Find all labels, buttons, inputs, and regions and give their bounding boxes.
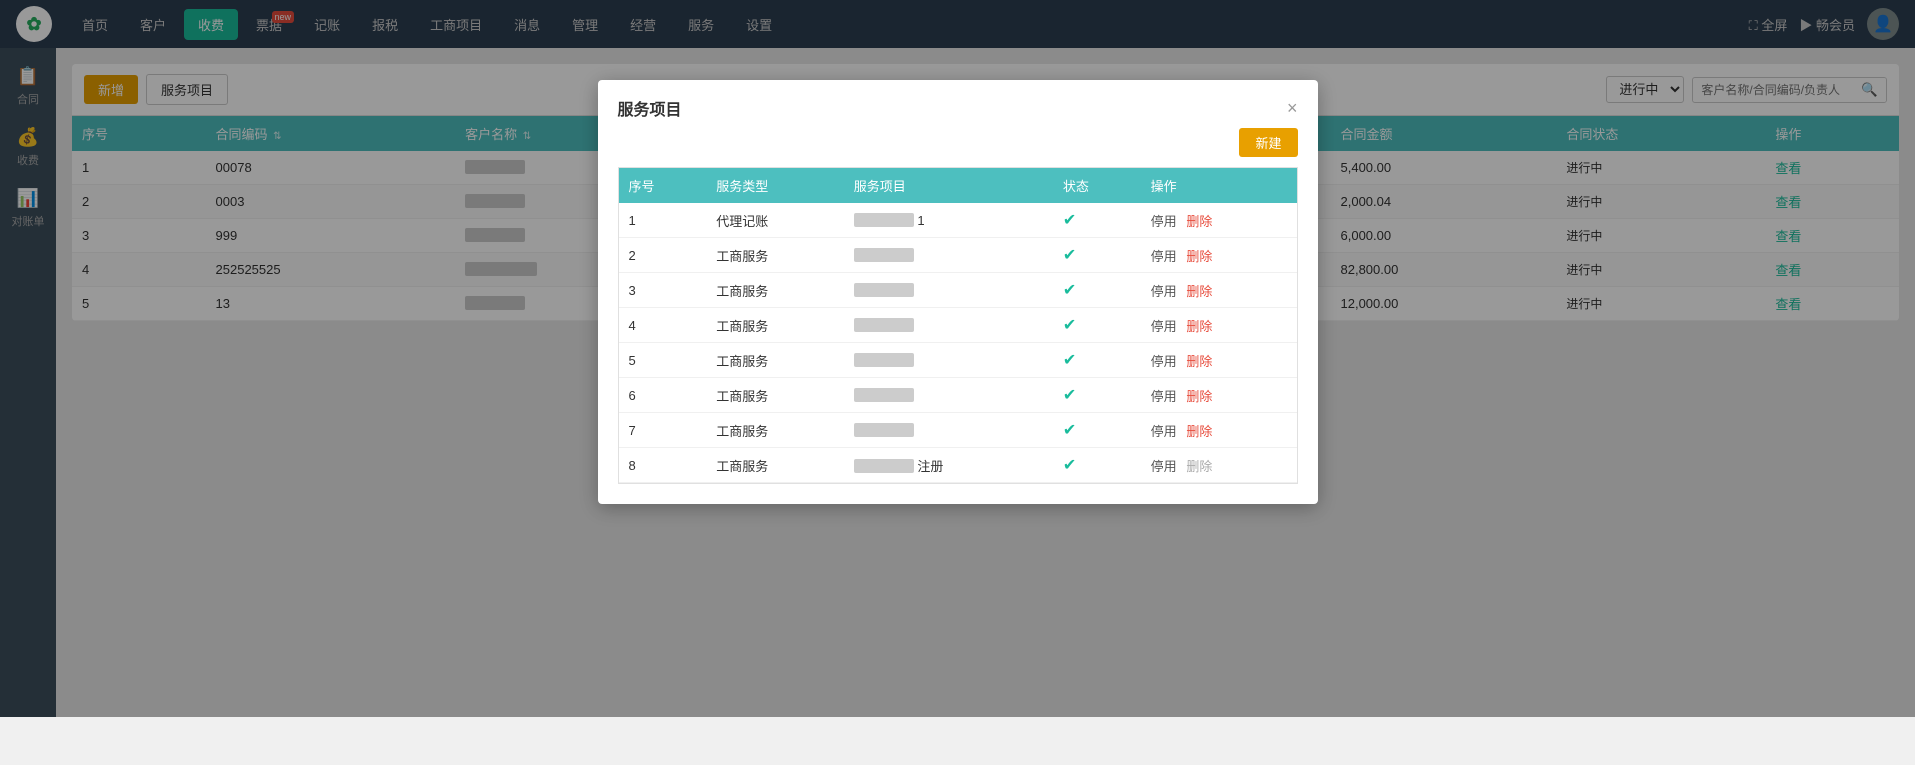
modal-cell-seq: 2	[619, 238, 707, 273]
modal-cell-type: 工商服务	[706, 448, 843, 483]
modal-cell-status: ✔	[1053, 413, 1141, 448]
modal-cell-status: ✔	[1053, 273, 1141, 308]
delete-button[interactable]: 删除	[1186, 354, 1212, 369]
modal-cell-seq: 8	[619, 448, 707, 483]
stop-button[interactable]: 停用	[1151, 424, 1177, 439]
delete-button[interactable]: 删除	[1186, 389, 1212, 404]
stop-button[interactable]: 停用	[1151, 214, 1177, 229]
modal-cell-seq: 5	[619, 343, 707, 378]
delete-button[interactable]: 删除	[1186, 424, 1212, 439]
modal-cell-type: 工商服务	[706, 308, 843, 343]
modal-cell-item	[844, 273, 1053, 308]
modal-cell-seq: 6	[619, 378, 707, 413]
modal-cell-status: ✔	[1053, 343, 1141, 378]
modal-close-button[interactable]: ×	[1287, 98, 1298, 119]
modal-body: 新建 序号 服务类型 服务项目 状态 操作	[598, 128, 1318, 504]
modal-cell-action: 停用 删除	[1141, 273, 1297, 308]
list-item: 4 工商服务 ✔ 停用 删除	[619, 308, 1297, 343]
modal-cell-action: 停用 删除	[1141, 413, 1297, 448]
modal-cell-action: 停用 删除	[1141, 378, 1297, 413]
modal-cell-item	[844, 343, 1053, 378]
modal-cell-seq: 3	[619, 273, 707, 308]
service-items-modal: 服务项目 × 新建 序号 服务类型 服务项目 状态 操作	[598, 80, 1318, 504]
modal-cell-item	[844, 308, 1053, 343]
stop-button[interactable]: 停用	[1151, 284, 1177, 299]
modal-cell-type: 工商服务	[706, 413, 843, 448]
list-item: 1 代理记账 1 ✔ 停用 删除	[619, 203, 1297, 238]
delete-button[interactable]: 删除	[1186, 459, 1212, 474]
modal-cell-status: ✔	[1053, 448, 1141, 483]
modal-cell-action: 停用 删除	[1141, 308, 1297, 343]
list-item: 6 工商服务 ✔ 停用 删除	[619, 378, 1297, 413]
stop-button[interactable]: 停用	[1151, 319, 1177, 334]
modal-col-item: 服务项目	[844, 168, 1053, 203]
modal-cell-type: 工商服务	[706, 343, 843, 378]
modal-col-type: 服务类型	[706, 168, 843, 203]
modal-table-wrap[interactable]: 序号 服务类型 服务项目 状态 操作 1 代理记账 1 ✔	[618, 167, 1298, 484]
modal-cell-action: 停用 删除	[1141, 238, 1297, 273]
stop-button[interactable]: 停用	[1151, 389, 1177, 404]
modal-cell-seq: 7	[619, 413, 707, 448]
modal-new-button[interactable]: 新建	[1239, 128, 1297, 157]
stop-button[interactable]: 停用	[1151, 249, 1177, 264]
list-item: 7 工商服务 ✔ 停用 删除	[619, 413, 1297, 448]
modal-cell-seq: 4	[619, 308, 707, 343]
modal-header: 服务项目 ×	[598, 80, 1318, 128]
list-item: 8 工商服务 注册 ✔ 停用 删除	[619, 448, 1297, 483]
delete-button[interactable]: 删除	[1186, 284, 1212, 299]
modal-title: 服务项目	[618, 96, 682, 120]
list-item: 2 工商服务 ✔ 停用 删除	[619, 238, 1297, 273]
list-item: 5 工商服务 ✔ 停用 删除	[619, 343, 1297, 378]
modal-cell-action: 停用 删除	[1141, 343, 1297, 378]
modal-table: 序号 服务类型 服务项目 状态 操作 1 代理记账 1 ✔	[619, 168, 1297, 483]
delete-button[interactable]: 删除	[1186, 249, 1212, 264]
modal-cell-item: 注册	[844, 448, 1053, 483]
modal-col-status: 状态	[1053, 168, 1141, 203]
delete-button[interactable]: 删除	[1186, 319, 1212, 334]
stop-button[interactable]: 停用	[1151, 354, 1177, 369]
modal-cell-status: ✔	[1053, 203, 1141, 238]
modal-col-seq: 序号	[619, 168, 707, 203]
modal-cell-item: 1	[844, 203, 1053, 238]
list-item: 3 工商服务 ✔ 停用 删除	[619, 273, 1297, 308]
modal-cell-item	[844, 413, 1053, 448]
modal-cell-status: ✔	[1053, 308, 1141, 343]
modal-cell-item	[844, 238, 1053, 273]
modal-cell-action: 停用 删除	[1141, 203, 1297, 238]
modal-cell-status: ✔	[1053, 238, 1141, 273]
stop-button[interactable]: 停用	[1151, 459, 1177, 474]
delete-button[interactable]: 删除	[1186, 214, 1212, 229]
modal-cell-type: 工商服务	[706, 238, 843, 273]
modal-cell-type: 工商服务	[706, 378, 843, 413]
modal-overlay: 服务项目 × 新建 序号 服务类型 服务项目 状态 操作	[0, 0, 1915, 717]
modal-cell-type: 代理记账	[706, 203, 843, 238]
modal-cell-type: 工商服务	[706, 273, 843, 308]
modal-cell-status: ✔	[1053, 378, 1141, 413]
modal-toolbar: 新建	[618, 128, 1298, 157]
modal-col-action: 操作	[1141, 168, 1297, 203]
modal-cell-seq: 1	[619, 203, 707, 238]
modal-cell-item	[844, 378, 1053, 413]
modal-cell-action: 停用 删除	[1141, 448, 1297, 483]
